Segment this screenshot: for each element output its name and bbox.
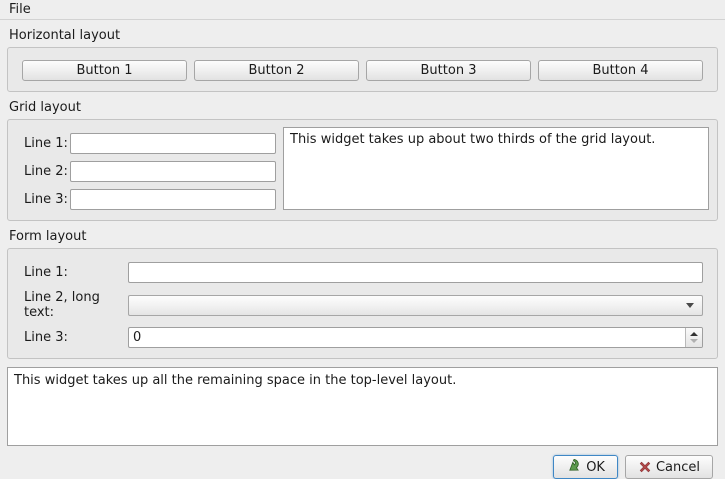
bottom-text-edit[interactable]: This widget takes up all the remaining s… [7, 367, 718, 446]
grid-line1-input[interactable] [70, 133, 276, 154]
cancel-button-label: Cancel [655, 459, 700, 475]
button-1[interactable]: Button 1 [22, 60, 187, 81]
spinbox-input[interactable] [129, 328, 685, 347]
grid-line1-label: Line 1: [24, 136, 68, 151]
button-4[interactable]: Button 4 [538, 60, 703, 81]
horizontal-layout-frame: Button 1 Button 2 Button 3 Button 4 [7, 47, 718, 92]
form-row-3: Line 3: [24, 327, 703, 348]
grid-layout-frame: Line 1: Line 2: Line 3: This widget take… [7, 119, 718, 221]
ok-button-label: OK [586, 459, 605, 475]
horizontal-layout-group: Horizontal layout Button 1 Button 2 Butt… [7, 28, 718, 92]
menubar: File [0, 0, 725, 20]
chevron-down-icon [686, 302, 694, 308]
spin-up-arrow-icon[interactable] [690, 332, 698, 336]
cancel-red-x-icon [638, 460, 652, 474]
form-line2-combobox[interactable] [128, 294, 703, 316]
form-row-2: Line 2, long text: [24, 290, 703, 320]
form-line2-label: Line 2, long text: [24, 290, 100, 320]
grid-row-1: Line 1: [24, 133, 276, 154]
form-layout-frame: Line 1: Line 2, long text: Line 3: [7, 248, 718, 359]
grid-line2-label: Line 2: [24, 164, 68, 179]
group-title-grid: Grid layout [9, 100, 81, 115]
grid-layout-group: Grid layout Line 1: Line 2: Line 3: This… [7, 100, 718, 221]
spinbox-buttons [685, 328, 702, 347]
grid-text-edit[interactable]: This widget takes up about two thirds of… [283, 127, 709, 210]
grid-row-3: Line 3: [24, 189, 276, 210]
dialog-button-box: OK Cancel [0, 455, 713, 479]
form-line3-spinbox [128, 327, 703, 348]
ok-green-arrow-icon [566, 459, 582, 475]
basic-layouts-dialog: File Horizontal layout Button 1 Button 2… [0, 0, 725, 479]
cancel-button[interactable]: Cancel [624, 455, 713, 479]
form-row-1: Line 1: [24, 262, 703, 283]
grid-line2-input[interactable] [70, 161, 276, 182]
group-title-form: Form layout [9, 229, 87, 244]
form-line3-label: Line 3: [24, 330, 68, 345]
ok-button[interactable]: OK [553, 455, 618, 479]
group-title-horizontal: Horizontal layout [9, 28, 121, 43]
grid-row-2: Line 2: [24, 161, 276, 182]
spin-down-arrow-icon[interactable] [690, 339, 698, 343]
button-2[interactable]: Button 2 [194, 60, 359, 81]
grid-line3-input[interactable] [70, 189, 276, 210]
menu-file[interactable]: File [0, 0, 40, 19]
button-3[interactable]: Button 3 [366, 60, 531, 81]
form-line1-label: Line 1: [24, 265, 68, 280]
grid-line3-label: Line 3: [24, 192, 68, 207]
grid-left-column: Line 1: Line 2: Line 3: [24, 133, 276, 210]
form-line1-input[interactable] [128, 262, 703, 283]
form-layout-group: Form layout Line 1: Line 2, long text: L… [7, 229, 718, 359]
